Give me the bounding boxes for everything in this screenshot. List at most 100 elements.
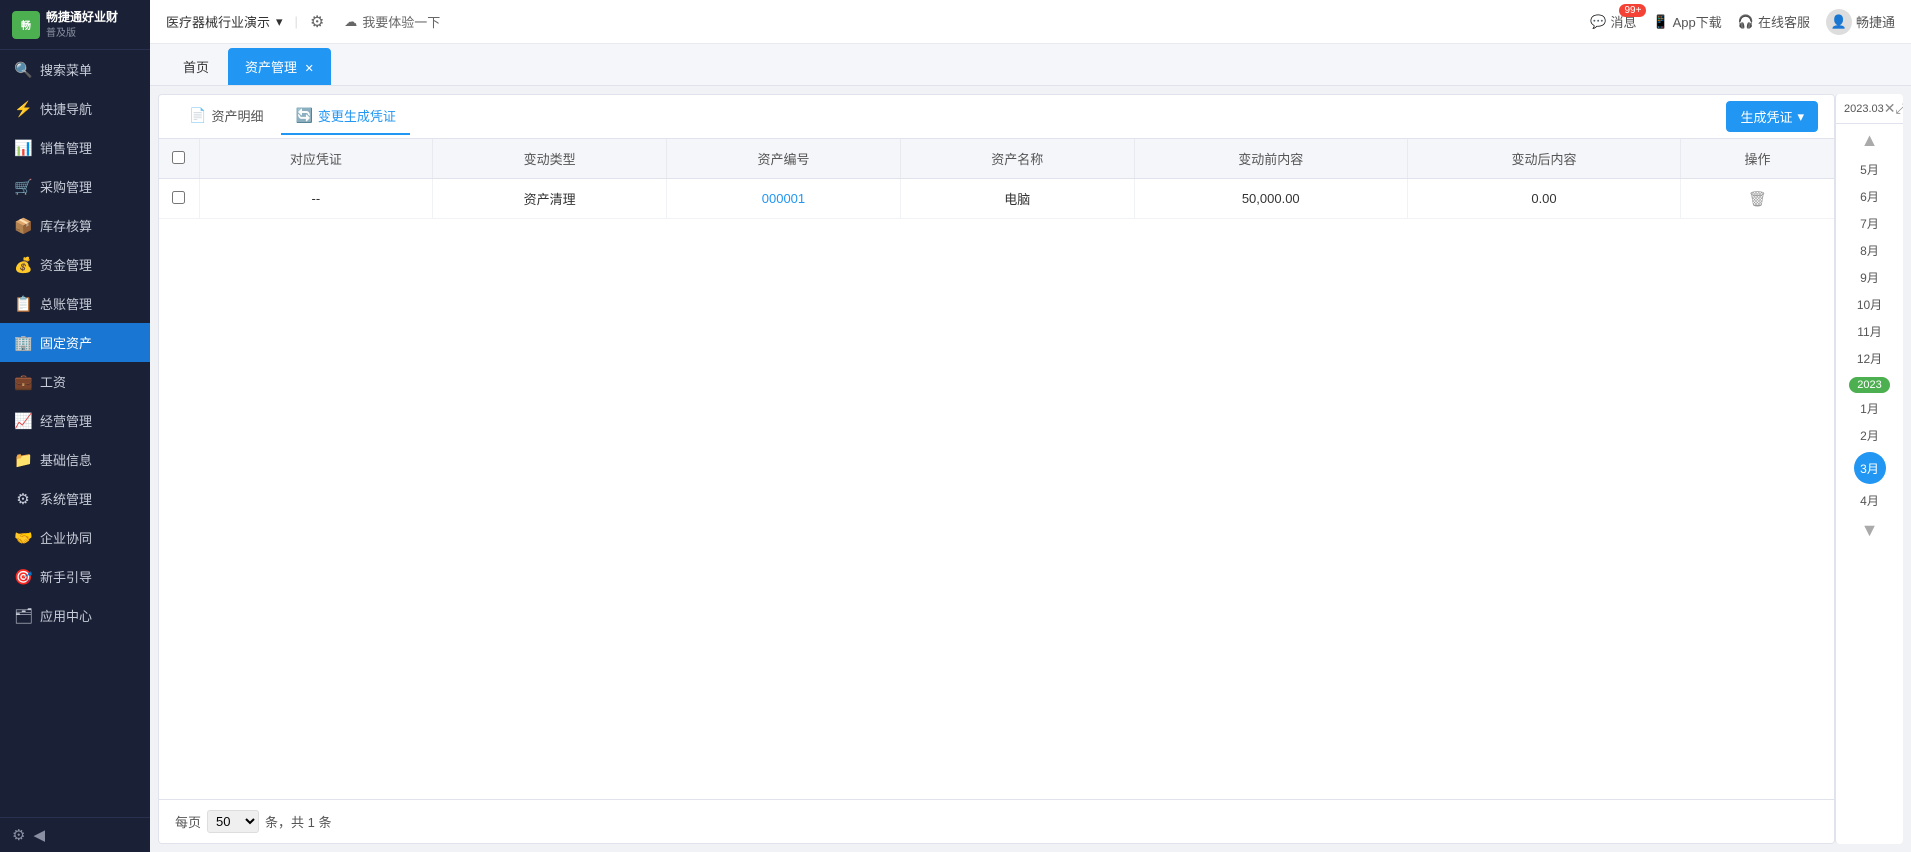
content-area: 📄 资产明细 🔄 变更生成凭证 生成凭证 ▾ (150, 86, 1911, 852)
sidebar-item-system[interactable]: ⚙ 系统管理 (0, 479, 150, 518)
row-before-change: 50,000.00 (1134, 179, 1407, 219)
calendar-month-3-active[interactable]: 3月 (1854, 452, 1886, 484)
row-action-cell: 🗑 (1681, 179, 1834, 219)
experience-label: 我要体验一下 (362, 12, 440, 31)
calendar-month-8[interactable]: 8月 (1836, 237, 1903, 264)
year-badge-2023: 2023 (1849, 377, 1889, 393)
sub-tab-asset-detail[interactable]: 📄 资产明细 (175, 98, 277, 135)
headset-icon: 🎧 (1738, 14, 1754, 30)
asset-detail-icon: 📄 (189, 107, 206, 124)
sidebar-item-guide[interactable]: 🎯 新手引导 (0, 557, 150, 596)
online-service-button[interactable]: 🎧 在线客服 (1738, 12, 1810, 31)
tab-asset-mgmt[interactable]: 资产管理 ✕ (228, 48, 331, 85)
sidebar-item-appstore[interactable]: 🗂 应用中心 (0, 596, 150, 635)
experience-btn[interactable]: ☁ 我要体验一下 (344, 12, 440, 31)
asset-table: 对应凭证 变动类型 资产编号 资产名称 (159, 139, 1834, 219)
cloud-icon: ☁ (344, 14, 357, 30)
sidebar-item-inventory[interactable]: 📦 库存核算 (0, 206, 150, 245)
sidebar-settings-button[interactable]: ⚙ (12, 826, 25, 844)
calendar-month-11[interactable]: 11月 (1836, 318, 1903, 345)
sidebar-item-label: 搜索菜单 (40, 60, 92, 79)
topbar: 医疗器械行业演示 ▾ | ⚙ ☁ 我要体验一下 💬 消息 99+ 📱 App下载… (150, 0, 1911, 44)
calendar-month-2[interactable]: 2月 (1836, 422, 1903, 449)
calendar-month-4[interactable]: 4月 (1836, 487, 1903, 514)
right-panel-close-button[interactable]: ✕ (1884, 100, 1896, 117)
topbar-divider: | (295, 14, 298, 29)
sub-tab-change-voucher[interactable]: 🔄 变更生成凭证 (281, 98, 409, 135)
sidebar-item-label: 企业协同 (40, 528, 92, 547)
download-icon: 📱 (1652, 14, 1668, 30)
logo-title: 畅捷通好业财 (46, 10, 118, 24)
sidebar-item-fixedassets[interactable]: 🏢 固定资产 (0, 323, 150, 362)
app-download-button[interactable]: 📱 App下载 (1652, 12, 1721, 31)
sidebar: 畅 畅捷通好业财 普及版 🔍 搜索菜单 ⚡ 快捷导航 📊 销售管理 🛒 采购管理… (0, 0, 150, 852)
search-icon: 🔍 (14, 61, 32, 79)
sidebar-item-sales[interactable]: 📊 销售管理 (0, 128, 150, 167)
sub-tabbar: 📄 资产明细 🔄 变更生成凭证 生成凭证 ▾ (159, 95, 1834, 139)
calendar-month-7[interactable]: 7月 (1836, 210, 1903, 237)
sidebar-item-purchase[interactable]: 🛒 采购管理 (0, 167, 150, 206)
per-page-select[interactable]: 50 10 20 100 (207, 810, 259, 833)
company-selector[interactable]: 医疗器械行业演示 ▾ (166, 12, 283, 31)
messages-button[interactable]: 💬 消息 99+ (1590, 12, 1636, 31)
calendar-up-button[interactable]: ▲ (1854, 124, 1886, 156)
app-download-label: App下载 (1673, 12, 1722, 31)
inventory-icon: 📦 (14, 217, 32, 235)
sidebar-item-label: 采购管理 (40, 177, 92, 196)
settings-icon[interactable]: ⚙ (310, 12, 324, 32)
row-checkbox[interactable] (172, 191, 185, 204)
calendar-month-5[interactable]: 5月 (1836, 156, 1903, 183)
sidebar-item-ledger[interactable]: 📋 总账管理 (0, 284, 150, 323)
th-action: 操作 (1681, 139, 1834, 179)
salary-icon: 💼 (14, 373, 32, 391)
select-all-checkbox[interactable] (172, 151, 185, 164)
sidebar-item-finance[interactable]: 💰 资金管理 (0, 245, 150, 284)
delete-icon[interactable]: 🗑 (1748, 191, 1767, 208)
tabbar: 首页 资产管理 ✕ (150, 44, 1911, 86)
table-row: -- 资产清理 000001 电脑 50,000.00 0.00 🗑 (159, 179, 1834, 219)
calendar-down-button[interactable]: ▼ (1854, 514, 1886, 546)
operations-icon: 📈 (14, 412, 32, 430)
row-checkbox-cell (159, 179, 199, 219)
tab-home-label: 首页 (183, 60, 209, 75)
calendar-scroll: ▲ 5月 6月 7月 8月 9月 10月 11月 12月 2023 1月 2月 … (1836, 124, 1903, 844)
right-panel-expand-button[interactable]: ⤢ (1896, 100, 1904, 117)
th-asset-code: 资产编号 (667, 139, 901, 179)
sidebar-item-salary[interactable]: 💼 工资 (0, 362, 150, 401)
user-name: 畅捷通 (1856, 12, 1895, 31)
sidebar-item-label: 应用中心 (40, 606, 92, 625)
ledger-icon: 📋 (14, 295, 32, 313)
sidebar-item-collab[interactable]: 🤝 企业协同 (0, 518, 150, 557)
sidebar-item-label: 工资 (40, 372, 66, 391)
tab-asset-mgmt-label: 资产管理 (245, 60, 297, 75)
calendar-month-1[interactable]: 1月 (1836, 395, 1903, 422)
calendar-month-6[interactable]: 6月 (1836, 183, 1903, 210)
calendar-month-9[interactable]: 9月 (1836, 264, 1903, 291)
sidebar-item-basics[interactable]: 📁 基础信息 (0, 440, 150, 479)
generate-voucher-button[interactable]: 生成凭证 ▾ (1726, 101, 1818, 132)
tab-close-icon[interactable]: ✕ (305, 63, 314, 75)
calendar-month-10[interactable]: 10月 (1836, 291, 1903, 318)
th-before-change: 变动前内容 (1134, 139, 1407, 179)
appstore-icon: 🗂 (14, 607, 32, 625)
collab-icon: 🤝 (14, 529, 32, 547)
sidebar-item-label: 库存核算 (40, 216, 92, 235)
sidebar-collapse-button[interactable]: ◀ (33, 826, 45, 844)
sidebar-item-search[interactable]: 🔍 搜索菜单 (0, 50, 150, 89)
change-voucher-icon: 🔄 (295, 107, 312, 124)
purchase-icon: 🛒 (14, 178, 32, 196)
topbar-right: 💬 消息 99+ 📱 App下载 🎧 在线客服 👤 畅捷通 (1590, 9, 1895, 35)
th-asset-name: 资产名称 (900, 139, 1134, 179)
calendar-month-12[interactable]: 12月 (1836, 345, 1903, 372)
sidebar-item-operations[interactable]: 📈 经营管理 (0, 401, 150, 440)
total-label: 条，共 1 条 (265, 812, 331, 831)
system-icon: ⚙ (14, 490, 32, 508)
sidebar-item-quicknav[interactable]: ⚡ 快捷导航 (0, 89, 150, 128)
sidebar-item-label: 快捷导航 (40, 99, 92, 118)
per-page-label: 每页 (175, 812, 201, 831)
avatar: 👤 (1826, 9, 1852, 35)
tab-home[interactable]: 首页 (166, 48, 226, 85)
user-menu[interactable]: 👤 畅捷通 (1826, 9, 1895, 35)
sidebar-item-label: 固定资产 (40, 333, 92, 352)
sidebar-logo: 畅 畅捷通好业财 普及版 (0, 0, 150, 50)
